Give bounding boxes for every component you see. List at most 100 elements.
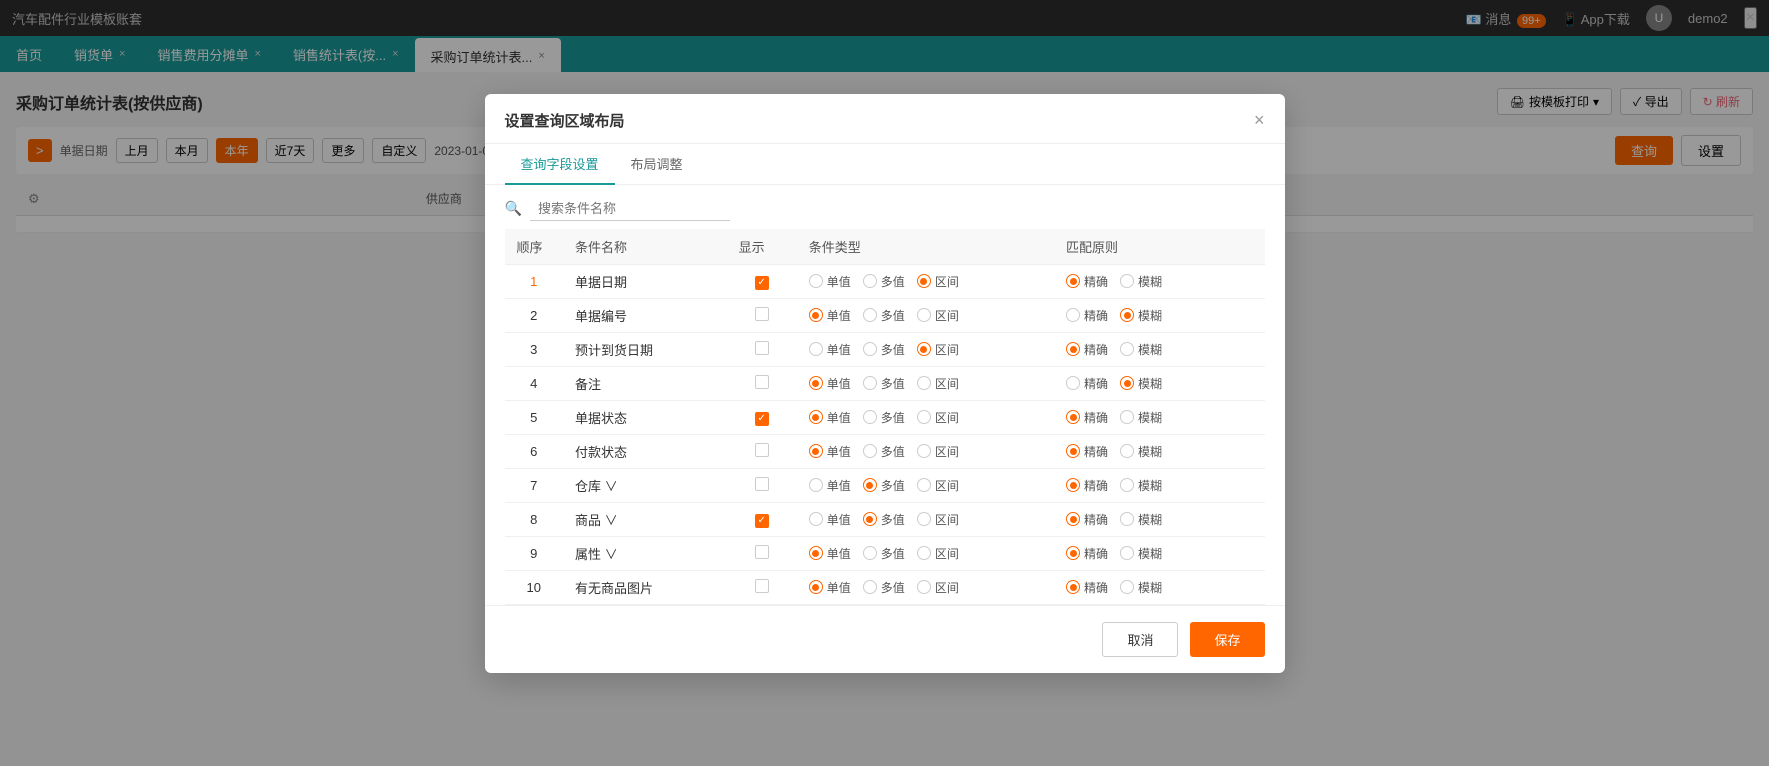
- type-radio-单值[interactable]: 单值: [809, 545, 851, 562]
- condition-show-checkbox[interactable]: [755, 341, 769, 355]
- condition-rule-cell: 精确模糊: [1054, 502, 1265, 536]
- type-radio-区间[interactable]: 区间: [917, 443, 959, 460]
- condition-row: 10有无商品图片单值多值区间精确模糊: [505, 570, 1265, 604]
- type-radio-多值[interactable]: 多值: [863, 579, 905, 596]
- cancel-button[interactable]: 取消: [1102, 622, 1178, 657]
- rule-radio-模糊[interactable]: 模糊: [1120, 511, 1162, 528]
- condition-show-checkbox[interactable]: [755, 443, 769, 457]
- col-header-name: 条件名称: [563, 229, 727, 265]
- condition-rule-cell: 精确模糊: [1054, 366, 1265, 400]
- condition-show-checkbox[interactable]: [755, 477, 769, 491]
- rule-radio-精确[interactable]: 精确: [1066, 375, 1108, 392]
- rule-radio-模糊[interactable]: 模糊: [1120, 545, 1162, 562]
- search-icon: 🔍: [505, 200, 522, 217]
- type-radio-区间[interactable]: 区间: [917, 409, 959, 426]
- type-radio-区间[interactable]: 区间: [917, 579, 959, 596]
- col-header-order: 顺序: [505, 229, 563, 265]
- type-radio-单值[interactable]: 单值: [809, 273, 851, 290]
- condition-search-input[interactable]: [530, 197, 730, 221]
- type-radio-单值[interactable]: 单值: [809, 307, 851, 324]
- rule-radio-精确[interactable]: 精确: [1066, 273, 1108, 290]
- type-radio-单值[interactable]: 单值: [809, 579, 851, 596]
- condition-order: 2: [505, 298, 563, 332]
- condition-name: 商品 ∨: [563, 502, 727, 536]
- modal-search-bar: 🔍: [485, 185, 1285, 229]
- condition-show-cell: [727, 400, 797, 434]
- rule-radio-精确[interactable]: 精确: [1066, 443, 1108, 460]
- condition-order: 1: [505, 265, 563, 299]
- rule-radio-精确[interactable]: 精确: [1066, 477, 1108, 494]
- condition-show-cell: [727, 298, 797, 332]
- type-radio-区间[interactable]: 区间: [917, 477, 959, 494]
- type-radio-单值[interactable]: 单值: [809, 511, 851, 528]
- type-radio-多值[interactable]: 多值: [863, 273, 905, 290]
- col-header-rule: 匹配原则: [1054, 229, 1264, 265]
- condition-name: 预计到货日期: [563, 332, 727, 366]
- tab-field-settings[interactable]: 查询字段设置: [505, 144, 615, 185]
- type-radio-多值[interactable]: 多值: [863, 409, 905, 426]
- rule-radio-精确[interactable]: 精确: [1066, 579, 1108, 596]
- type-radio-单值[interactable]: 单值: [809, 409, 851, 426]
- condition-row: 7仓库 ∨单值多值区间精确模糊: [505, 468, 1265, 502]
- condition-name: 属性 ∨: [563, 536, 727, 570]
- condition-type-cell: 单值多值区间: [797, 570, 1054, 604]
- condition-show-checkbox[interactable]: [755, 514, 769, 528]
- rule-radio-模糊[interactable]: 模糊: [1120, 341, 1162, 358]
- rule-radio-模糊[interactable]: 模糊: [1120, 409, 1162, 426]
- condition-show-checkbox[interactable]: [755, 412, 769, 426]
- conditions-table-body: 1单据日期单值多值区间精确模糊2单据编号单值多值区间精确模糊3预计到货日期单值多…: [505, 265, 1265, 605]
- conditions-table-scroll[interactable]: 1单据日期单值多值区间精确模糊2单据编号单值多值区间精确模糊3预计到货日期单值多…: [505, 265, 1265, 605]
- condition-show-checkbox[interactable]: [755, 276, 769, 290]
- type-radio-单值[interactable]: 单值: [809, 477, 851, 494]
- type-radio-区间[interactable]: 区间: [917, 307, 959, 324]
- rule-radio-精确[interactable]: 精确: [1066, 545, 1108, 562]
- condition-show-checkbox[interactable]: [755, 307, 769, 321]
- type-radio-多值[interactable]: 多值: [863, 511, 905, 528]
- rule-radio-模糊[interactable]: 模糊: [1120, 307, 1162, 324]
- condition-show-checkbox[interactable]: [755, 579, 769, 593]
- rule-radio-精确[interactable]: 精确: [1066, 307, 1108, 324]
- type-radio-单值[interactable]: 单值: [809, 375, 851, 392]
- type-radio-多值[interactable]: 多值: [863, 307, 905, 324]
- modal-footer: 取消 保存: [485, 605, 1285, 673]
- condition-order: 8: [505, 502, 563, 536]
- type-radio-多值[interactable]: 多值: [863, 341, 905, 358]
- condition-show-cell: [727, 468, 797, 502]
- save-button[interactable]: 保存: [1190, 622, 1264, 657]
- rule-radio-精确[interactable]: 精确: [1066, 341, 1108, 358]
- rule-radio-模糊[interactable]: 模糊: [1120, 477, 1162, 494]
- condition-row: 1单据日期单值多值区间精确模糊: [505, 265, 1265, 299]
- rule-radio-模糊[interactable]: 模糊: [1120, 579, 1162, 596]
- condition-name: 备注: [563, 366, 727, 400]
- modal-close-button[interactable]: ×: [1254, 110, 1265, 131]
- type-radio-区间[interactable]: 区间: [917, 375, 959, 392]
- rule-radio-模糊[interactable]: 模糊: [1120, 443, 1162, 460]
- condition-show-checkbox[interactable]: [755, 545, 769, 559]
- condition-show-cell: [727, 536, 797, 570]
- type-radio-多值[interactable]: 多值: [863, 375, 905, 392]
- type-radio-区间[interactable]: 区间: [917, 511, 959, 528]
- rule-radio-模糊[interactable]: 模糊: [1120, 375, 1162, 392]
- condition-type-cell: 单值多值区间: [797, 536, 1054, 570]
- rule-radio-精确[interactable]: 精确: [1066, 409, 1108, 426]
- condition-show-checkbox[interactable]: [755, 375, 769, 389]
- type-radio-区间[interactable]: 区间: [917, 273, 959, 290]
- type-radio-区间[interactable]: 区间: [917, 341, 959, 358]
- condition-order: 6: [505, 434, 563, 468]
- condition-show-cell: [727, 570, 797, 604]
- tab-layout-adjust[interactable]: 布局调整: [615, 144, 699, 185]
- condition-show-cell: [727, 434, 797, 468]
- condition-rule-cell: 精确模糊: [1054, 298, 1265, 332]
- type-radio-多值[interactable]: 多值: [863, 443, 905, 460]
- type-radio-多值[interactable]: 多值: [863, 545, 905, 562]
- rule-radio-精确[interactable]: 精确: [1066, 511, 1108, 528]
- type-radio-区间[interactable]: 区间: [917, 545, 959, 562]
- conditions-table-header-wrapper: 顺序 条件名称 显示 条件类型 匹配原则: [485, 229, 1285, 265]
- rule-radio-模糊[interactable]: 模糊: [1120, 273, 1162, 290]
- type-radio-单值[interactable]: 单值: [809, 341, 851, 358]
- modal-tabs: 查询字段设置 布局调整: [485, 144, 1285, 185]
- type-radio-单值[interactable]: 单值: [809, 443, 851, 460]
- condition-row: 9属性 ∨单值多值区间精确模糊: [505, 536, 1265, 570]
- type-radio-多值[interactable]: 多值: [863, 477, 905, 494]
- condition-row: 3预计到货日期单值多值区间精确模糊: [505, 332, 1265, 366]
